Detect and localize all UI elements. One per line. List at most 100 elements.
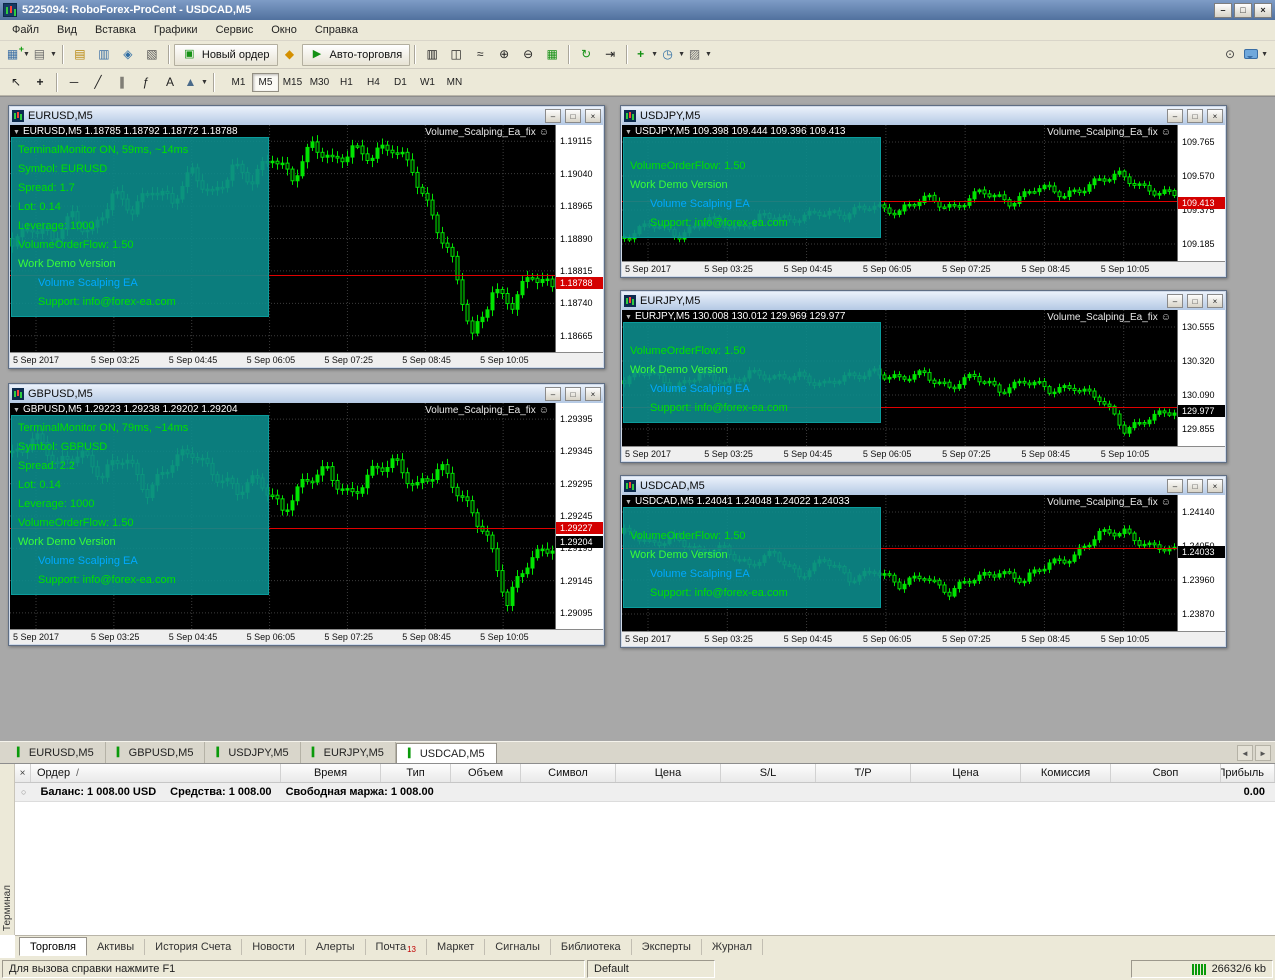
auto-scroll-button[interactable]: ↻ bbox=[574, 44, 598, 66]
channel-tool-button[interactable]: ∥ bbox=[110, 71, 134, 93]
timeframe-d1-button[interactable]: D1 bbox=[387, 73, 414, 92]
ea-smiley-icon[interactable]: ☺ bbox=[1161, 127, 1171, 138]
navigator-button[interactable]: ◈ bbox=[116, 44, 140, 66]
time-axis[interactable]: 5 Sep 2017 5 Sep 03:25 5 Sep 04:45 5 Sep 06… bbox=[10, 629, 603, 644]
chart-canvas-usdjpy[interactable]: VolumeOrderFlow: 1.50 Work Demo Version Vo… bbox=[622, 125, 1225, 276]
search-button[interactable]: ⊙ bbox=[1218, 43, 1242, 65]
time-axis[interactable]: 5 Sep 2017 5 Sep 03:25 5 Sep 04:45 5 Sep 06… bbox=[622, 631, 1225, 646]
terminal-tab-журнал[interactable]: Журнал bbox=[702, 939, 764, 955]
ea-smiley-icon[interactable]: ☺ bbox=[539, 405, 549, 416]
menu-item-3[interactable]: Вставка bbox=[86, 21, 145, 39]
time-axis[interactable]: 5 Sep 2017 5 Sep 03:25 5 Sep 04:45 5 Sep 06… bbox=[622, 446, 1225, 461]
ea-smiley-icon[interactable]: ☺ bbox=[539, 127, 549, 138]
chart-minimize-button[interactable]: – bbox=[545, 387, 561, 401]
terminal-tab-сигналы[interactable]: Сигналы bbox=[485, 939, 551, 955]
orders-list-area[interactable] bbox=[15, 802, 1275, 935]
chart-canvas-eurjpy[interactable]: VolumeOrderFlow: 1.50 Work Demo Version Vo… bbox=[622, 310, 1225, 461]
window-close-button[interactable]: × bbox=[1254, 2, 1272, 18]
chart-restore-button[interactable]: □ bbox=[565, 387, 581, 401]
zoom-out-button[interactable]: ⊖ bbox=[516, 44, 540, 66]
crosshair-tool-button[interactable]: + bbox=[28, 71, 52, 93]
column-header-4[interactable]: Объем bbox=[451, 764, 521, 782]
menu-item-2[interactable]: Вид bbox=[48, 21, 86, 39]
timeframe-h4-button[interactable]: H4 bbox=[360, 73, 387, 92]
community-button[interactable]: ▼ bbox=[1242, 43, 1269, 65]
chart-close-button[interactable]: × bbox=[585, 387, 601, 401]
timeframe-h1-button[interactable]: H1 bbox=[333, 73, 360, 92]
candle-mode-button[interactable]: ◫ bbox=[444, 44, 468, 66]
time-axis[interactable]: 5 Sep 2017 5 Sep 03:25 5 Sep 04:45 5 Sep 06… bbox=[622, 261, 1225, 276]
fibonacci-tool-button[interactable]: ƒ bbox=[134, 71, 158, 93]
timeframe-m1-button[interactable]: M1 bbox=[225, 73, 252, 92]
chart-close-button[interactable]: × bbox=[585, 109, 601, 123]
new-chart-button[interactable]: ▦ + ▼ bbox=[4, 44, 31, 66]
profiles-button[interactable]: ▤ ▼ bbox=[31, 44, 58, 66]
timeframe-m30-button[interactable]: M30 bbox=[306, 73, 333, 92]
text-tool-button[interactable]: A bbox=[158, 71, 182, 93]
chart-titlebar-usdcad[interactable]: USDCAD,M5 – □ × bbox=[622, 477, 1225, 495]
price-scale[interactable]: 109.765 109.570 109.375 109.185 109.413 bbox=[1177, 125, 1225, 261]
window-minimize-button[interactable]: – bbox=[1214, 2, 1232, 18]
periods-button[interactable]: ◷ ▼ bbox=[659, 44, 686, 66]
trendline-tool-button[interactable]: ╱ bbox=[86, 71, 110, 93]
chart-canvas-gbpusd[interactable]: TerminalMonitor ON, 79ms, ~14ms Symbol: G… bbox=[10, 403, 603, 644]
timeframe-w1-button[interactable]: W1 bbox=[414, 73, 441, 92]
terminal-panel-button[interactable]: ▧ bbox=[140, 44, 164, 66]
templates-button[interactable]: ▨ ▼ bbox=[686, 44, 713, 66]
price-scale[interactable]: 130.555 130.320 130.090 129.855 129.977 bbox=[1177, 310, 1225, 446]
chart-restore-button[interactable]: □ bbox=[1187, 294, 1203, 308]
chart-titlebar-usdjpy[interactable]: USDJPY,M5 – □ × bbox=[622, 107, 1225, 125]
column-header-3[interactable]: Тип bbox=[381, 764, 451, 782]
menu-item-4[interactable]: Графики bbox=[145, 21, 207, 39]
column-header-5[interactable]: Символ bbox=[521, 764, 616, 782]
data-window-button[interactable]: ▥ bbox=[92, 44, 116, 66]
menu-item-6[interactable]: Окно bbox=[262, 21, 306, 39]
chart-close-button[interactable]: × bbox=[1207, 294, 1223, 308]
autotrading-button[interactable]: ▶ Авто-торговля bbox=[301, 43, 411, 66]
chart-tab-eurusd[interactable]: ▍ EURUSD,M5 bbox=[6, 742, 106, 763]
column-header-12[interactable]: Прибыль bbox=[1221, 764, 1275, 782]
menu-item-5[interactable]: Сервис bbox=[207, 21, 263, 39]
terminal-tab-алерты[interactable]: Алерты bbox=[306, 939, 366, 955]
window-titlebar[interactable]: 5225094: RoboForex-ProCent - USDCAD,M5 –… bbox=[0, 0, 1275, 20]
cursor-tool-button[interactable]: ↖ bbox=[4, 71, 28, 93]
terminal-tab-активы[interactable]: Активы bbox=[87, 939, 146, 955]
chart-tab-gbpusd[interactable]: ▍ GBPUSD,M5 bbox=[106, 742, 206, 763]
chart-minimize-button[interactable]: – bbox=[1167, 294, 1183, 308]
status-profile[interactable]: Default bbox=[587, 960, 715, 978]
terminal-tab-маркет[interactable]: Маркет bbox=[427, 939, 486, 955]
chart-titlebar-gbpusd[interactable]: GBPUSD,M5 – □ × bbox=[10, 385, 603, 403]
terminal-tab-история-счета[interactable]: История Счета bbox=[145, 939, 243, 955]
chart-restore-button[interactable]: □ bbox=[565, 109, 581, 123]
chart-titlebar-eurjpy[interactable]: EURJPY,M5 – □ × bbox=[622, 292, 1225, 310]
chart-titlebar-eurusd[interactable]: EURUSD,M5 – □ × bbox=[10, 107, 603, 125]
column-header-8[interactable]: T/P bbox=[816, 764, 911, 782]
window-maximize-button[interactable]: □ bbox=[1234, 2, 1252, 18]
column-header-7[interactable]: S/L bbox=[721, 764, 816, 782]
ea-smiley-icon[interactable]: ☺ bbox=[1161, 312, 1171, 323]
chart-shift-button[interactable]: ⇥ bbox=[598, 44, 622, 66]
metaeditor-button[interactable]: ◆ bbox=[278, 44, 302, 66]
terminal-close-button[interactable]: × bbox=[15, 764, 31, 782]
column-header-11[interactable]: Своп bbox=[1111, 764, 1221, 782]
column-header-10[interactable]: Комиссия bbox=[1021, 764, 1111, 782]
menu-item-7[interactable]: Справка bbox=[306, 21, 367, 39]
shapes-tool-button[interactable]: ▲ ▼ bbox=[182, 71, 209, 93]
chart-restore-button[interactable]: □ bbox=[1187, 109, 1203, 123]
indicators-button[interactable]: + ▼ bbox=[632, 44, 659, 66]
zoom-in-button[interactable]: ⊕ bbox=[492, 44, 516, 66]
chart-minimize-button[interactable]: – bbox=[545, 109, 561, 123]
timeframe-m5-button[interactable]: M5 bbox=[251, 72, 279, 92]
column-header-6[interactable]: Цена bbox=[616, 764, 721, 782]
ea-smiley-icon[interactable]: ☺ bbox=[1161, 497, 1171, 508]
price-scale[interactable]: 1.19115 1.19040 1.18965 1.18890 1.18815 1.187… bbox=[555, 125, 603, 352]
new-order-button[interactable]: ▣ Новый ордер bbox=[173, 43, 278, 66]
timeframe-mn-button[interactable]: MN bbox=[441, 73, 468, 92]
terminal-tab-эксперты[interactable]: Эксперты bbox=[632, 939, 702, 955]
chart-close-button[interactable]: × bbox=[1207, 479, 1223, 493]
chart-tab-scroll-right[interactable]: ► bbox=[1255, 745, 1271, 761]
column-header-2[interactable]: Время bbox=[281, 764, 381, 782]
column-header-9[interactable]: Цена bbox=[911, 764, 1021, 782]
price-scale[interactable]: 1.293951.293451.292951.292451.291951.291… bbox=[555, 403, 603, 629]
time-axis[interactable]: 5 Sep 2017 5 Sep 03:25 5 Sep 04:45 5 Sep 06… bbox=[10, 352, 603, 367]
